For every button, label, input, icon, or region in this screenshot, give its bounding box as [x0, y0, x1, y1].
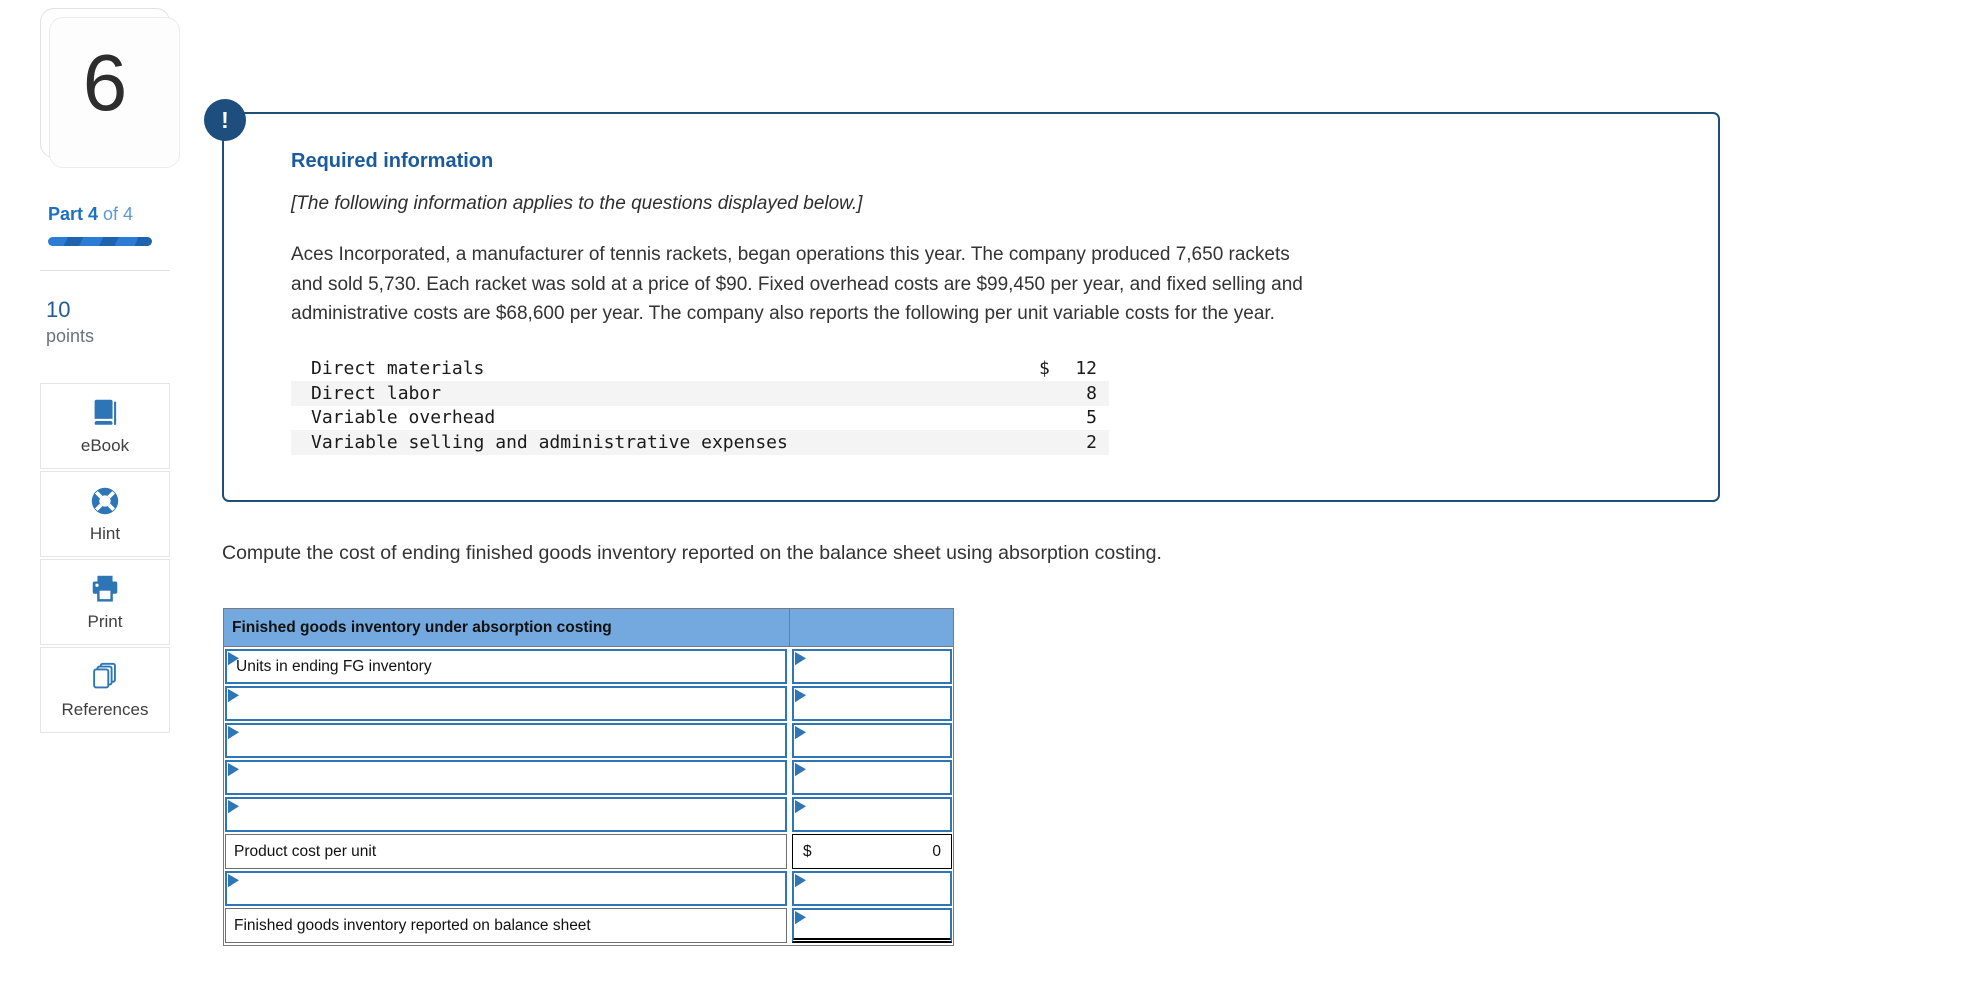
- sidebar-divider: [40, 270, 170, 271]
- hint-icon: [88, 484, 122, 518]
- entry-marker-icon: [795, 911, 806, 925]
- entry-marker-icon: [228, 763, 239, 777]
- label-input-cell[interactable]: [225, 723, 787, 758]
- entry-marker-icon: [795, 689, 806, 703]
- value-input-cell[interactable]: [792, 723, 952, 758]
- table-row: [225, 871, 952, 906]
- fg-inventory-value-cell[interactable]: [792, 908, 952, 943]
- product-cost-value-cell: $ 0: [792, 834, 952, 869]
- value-input-cell[interactable]: [792, 649, 952, 684]
- table-row: [225, 797, 952, 832]
- points-label: points: [46, 326, 95, 346]
- currency-symbol: $: [1039, 358, 1050, 380]
- currency-symbol: $: [803, 842, 812, 860]
- question-number: 6: [82, 38, 128, 127]
- table-row-product-cost: Product cost per unit $ 0: [225, 834, 952, 869]
- fg-inventory-label-cell: Finished goods inventory reported on bal…: [225, 908, 787, 943]
- required-information-heading: Required information: [291, 150, 494, 172]
- label-input-cell[interactable]: [225, 686, 787, 721]
- entry-marker-icon: [228, 874, 239, 888]
- cost-row-direct-materials: Direct materials $ 12: [291, 357, 1109, 382]
- answer-table-header-row: Finished goods inventory under absorptio…: [224, 609, 953, 647]
- answer-table-header-value-cell: [790, 609, 953, 646]
- label-input-cell[interactable]: [225, 797, 787, 832]
- connect-question-page: 6 Part 4 of 4 10 points eBook Hint Print…: [0, 0, 1988, 999]
- cost-value: 5: [1086, 407, 1097, 429]
- variable-costs-table: Direct materials $ 12 Direct labor 8 Var…: [291, 357, 1109, 455]
- scenario-paragraph: Aces Incorporated, a manufacturer of ten…: [291, 240, 1688, 329]
- table-row: [225, 760, 952, 795]
- cost-value: 8: [1086, 382, 1097, 404]
- question-prompt: Compute the cost of ending finished good…: [222, 542, 1162, 564]
- scenario-line: and sold 5,730. Each racket was sold at …: [291, 273, 1303, 295]
- product-cost-value: 0: [932, 842, 941, 860]
- print-button[interactable]: Print: [40, 559, 170, 645]
- cost-value: 12: [1075, 358, 1097, 380]
- points-value: 10: [46, 297, 71, 322]
- applies-note: [The following information applies to th…: [291, 193, 863, 214]
- cost-label: Direct materials: [311, 358, 485, 380]
- part-of-label: of 4: [98, 204, 134, 224]
- question-sidebar: 6 Part 4 of 4 10 points eBook Hint Print…: [40, 8, 180, 735]
- entry-marker-icon: [795, 763, 806, 777]
- entry-marker-icon: [795, 726, 806, 740]
- label-input-cell[interactable]: [225, 760, 787, 795]
- print-icon: [88, 572, 122, 606]
- references-label: References: [61, 700, 149, 719]
- entry-marker-icon: [795, 874, 806, 888]
- resource-toolbar: eBook Hint Print References: [40, 383, 170, 733]
- ebook-icon: [88, 396, 122, 430]
- cost-row-direct-labor: Direct labor 8: [291, 381, 1109, 406]
- ebook-label: eBook: [80, 436, 130, 455]
- row-label: Units in ending FG inventory: [236, 657, 432, 675]
- row-label: Finished goods inventory reported on bal…: [234, 916, 591, 934]
- table-row: Units in ending FG inventory: [225, 649, 952, 684]
- scenario-line: Aces Incorporated, a manufacturer of ten…: [291, 244, 1290, 265]
- ebook-button[interactable]: eBook: [40, 383, 170, 469]
- hint-button[interactable]: Hint: [40, 471, 170, 557]
- table-row: [225, 723, 952, 758]
- label-input-cell[interactable]: [225, 871, 787, 906]
- answer-table-title: Finished goods inventory under absorptio…: [224, 609, 790, 646]
- hint-label: Hint: [89, 524, 121, 543]
- cost-label: Direct labor: [311, 382, 442, 404]
- value-input-cell[interactable]: [792, 797, 952, 832]
- print-label: Print: [87, 612, 123, 631]
- entry-marker-icon: [228, 800, 239, 814]
- row-label: Product cost per unit: [234, 842, 377, 860]
- value-input-cell[interactable]: [792, 871, 952, 906]
- cost-row-variable-overhead: Variable overhead 5: [291, 406, 1109, 431]
- question-number-card: 6: [40, 8, 180, 168]
- value-input-cell[interactable]: [792, 760, 952, 795]
- part-label: Part 4: [48, 204, 99, 224]
- answer-table: Finished goods inventory under absorptio…: [223, 608, 954, 946]
- cost-value: 2: [1086, 431, 1097, 453]
- cost-label: Variable selling and administrative expe…: [311, 431, 788, 453]
- table-row: [225, 686, 952, 721]
- entry-marker-icon: [228, 689, 239, 703]
- product-cost-label-cell: Product cost per unit: [225, 834, 787, 869]
- required-information-panel: ! Required information [The following in…: [204, 99, 1720, 502]
- references-icon: [88, 660, 122, 694]
- entry-marker-icon: [228, 726, 239, 740]
- cost-row-variable-selling-admin: Variable selling and administrative expe…: [291, 430, 1109, 455]
- references-button[interactable]: References: [40, 647, 170, 733]
- cost-label: Variable overhead: [311, 407, 496, 429]
- part-indicator: Part 4 of 4: [40, 204, 172, 225]
- table-row-final-total: Finished goods inventory reported on bal…: [225, 908, 952, 943]
- scenario-line: administrative costs are $68,600 per yea…: [291, 303, 1275, 324]
- alert-icon: !: [204, 99, 246, 141]
- label-input-cell[interactable]: Units in ending FG inventory: [225, 649, 787, 684]
- entry-marker-icon: [795, 800, 806, 814]
- entry-marker-icon: [795, 652, 806, 666]
- value-input-cell[interactable]: [792, 686, 952, 721]
- part-progress-bar: [48, 237, 152, 246]
